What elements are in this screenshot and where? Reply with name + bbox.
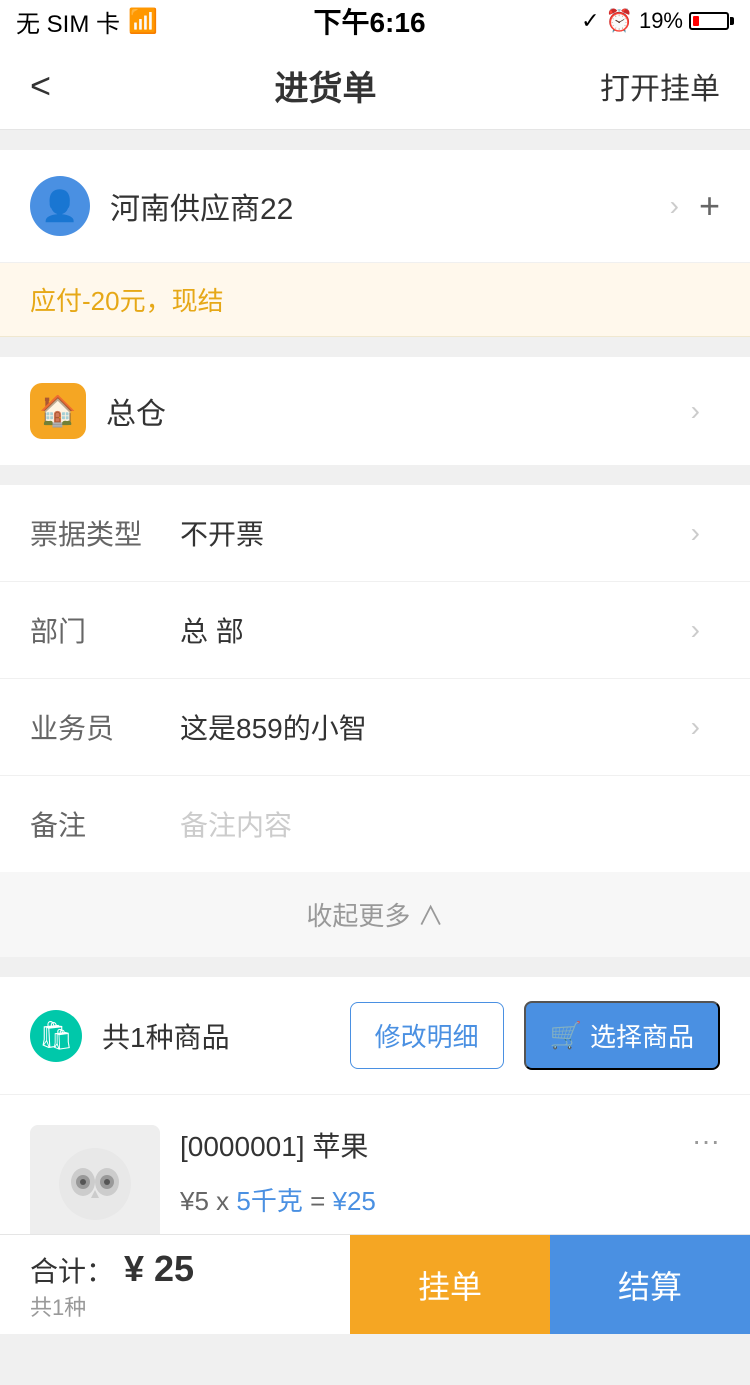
checkout-button[interactable]: 结算	[550, 1235, 750, 1334]
product-quantity: 5千克	[236, 1186, 302, 1216]
page-title: 进货单	[275, 61, 377, 110]
price-multiply: x	[216, 1186, 236, 1216]
section-gap-2	[0, 337, 750, 357]
wifi-icon: 📶	[128, 7, 158, 36]
owl-svg	[55, 1144, 135, 1224]
products-count: 共1种商品	[102, 1016, 330, 1056]
total-count: 共1种	[30, 1290, 320, 1322]
hang-order-label: 挂单	[418, 1262, 482, 1308]
supplier-chevron-icon: ›	[670, 190, 679, 222]
add-supplier-button[interactable]: +	[699, 185, 720, 227]
product-owl-icon	[55, 1144, 135, 1236]
section-gap-1	[0, 130, 750, 150]
total-label-row: 合计： ¥ 25	[30, 1248, 320, 1290]
invoice-chevron-icon: ›	[691, 517, 700, 549]
department-chevron-icon: ›	[691, 614, 700, 646]
product-price-row: ¥5 x 5千克 = ¥25	[180, 1181, 672, 1218]
section-gap-4	[0, 957, 750, 977]
collapse-row[interactable]: 收起更多 ∧	[0, 872, 750, 957]
remark-input[interactable]: 备注内容	[180, 804, 720, 844]
invoice-label: 票据类型	[30, 513, 150, 553]
status-bar: 无 SIM 卡 📶 下午6:16 ✓ ⏰ 19%	[0, 0, 750, 42]
status-time: 下午6:16	[313, 1, 425, 41]
product-info: [0000001] 苹果 ¥5 x 5千克 = ¥25	[180, 1125, 672, 1218]
total-label-text: 合计：	[30, 1250, 114, 1290]
warehouse-icon: 🏠	[30, 383, 86, 439]
product-code: [0000001]	[180, 1131, 305, 1162]
home-icon: 🏠	[39, 394, 76, 429]
total-amount: ¥ 25	[124, 1248, 194, 1290]
hang-order-button[interactable]: 挂单	[350, 1235, 550, 1334]
remark-row[interactable]: 备注 备注内容	[0, 776, 750, 872]
department-value: 总 部	[180, 610, 691, 650]
invoice-value: 不开票	[180, 513, 691, 553]
salesperson-value: 这是859的小智	[180, 707, 691, 747]
open-hang-button[interactable]: 打开挂单	[600, 64, 720, 108]
nav-bar: < 进货单 打开挂单	[0, 42, 750, 130]
product-title: 苹果	[312, 1131, 368, 1162]
select-product-button[interactable]: 🛒 选择商品	[524, 1001, 720, 1070]
cart-icon: 🛍	[30, 1010, 82, 1062]
department-label: 部门	[30, 610, 150, 650]
warning-banner: 应付-20元，现结	[0, 263, 750, 337]
invoice-row[interactable]: 票据类型 不开票 ›	[0, 485, 750, 582]
select-cart-icon: 🛒	[550, 1020, 582, 1051]
location-icon: ✓	[581, 8, 599, 34]
remark-label: 备注	[30, 804, 150, 844]
product-unit-price: ¥5	[180, 1186, 209, 1216]
cart-icon-inner: 🛍	[38, 1019, 74, 1052]
bottom-bar: 合计： ¥ 25 共1种 挂单 结算	[0, 1234, 750, 1334]
product-more-button[interactable]: ···	[692, 1125, 720, 1157]
total-section: 合计： ¥ 25 共1种	[0, 1235, 350, 1334]
warehouse-row[interactable]: 🏠 总仓 ›	[0, 357, 750, 465]
product-total: ¥25	[333, 1186, 376, 1216]
section-gap-3	[0, 465, 750, 485]
salesperson-label: 业务员	[30, 707, 150, 747]
warning-text: 应付-20元，现结	[30, 286, 224, 316]
products-header: 🛍 共1种商品 修改明细 🛒 选择商品	[0, 977, 750, 1095]
status-right: ✓ ⏰ 19%	[581, 8, 734, 34]
warehouse-chevron-icon: ›	[691, 395, 700, 427]
supplier-row[interactable]: 👤 河南供应商22 › +	[0, 150, 750, 263]
alarm-icon: ⏰	[606, 8, 633, 34]
avatar-icon: 👤	[41, 189, 78, 224]
supplier-avatar: 👤	[30, 176, 90, 236]
form-section: 票据类型 不开票 › 部门 总 部 › 业务员 这是859的小智 › 备注 备注…	[0, 485, 750, 872]
department-row[interactable]: 部门 总 部 ›	[0, 582, 750, 679]
supplier-section: 👤 河南供应商22 › + 应付-20元，现结	[0, 150, 750, 337]
warehouse-name: 总仓	[106, 389, 691, 433]
salesperson-chevron-icon: ›	[691, 711, 700, 743]
checkout-label: 结算	[618, 1262, 682, 1308]
product-name: [0000001] 苹果	[180, 1125, 672, 1165]
collapse-text: 收起更多 ∧	[306, 901, 443, 931]
status-left: 无 SIM 卡 📶	[16, 4, 158, 39]
modify-detail-button[interactable]: 修改明细	[350, 1002, 504, 1069]
battery-icon	[689, 12, 734, 30]
carrier-text: 无 SIM 卡	[16, 4, 120, 39]
select-product-label: 选择商品	[590, 1017, 694, 1054]
supplier-name: 河南供应商22	[110, 184, 670, 228]
warehouse-section: 🏠 总仓 ›	[0, 357, 750, 465]
price-equals: =	[310, 1186, 332, 1216]
back-button[interactable]: <	[30, 65, 51, 107]
battery-percent: 19%	[639, 8, 683, 34]
salesperson-row[interactable]: 业务员 这是859的小智 ›	[0, 679, 750, 776]
